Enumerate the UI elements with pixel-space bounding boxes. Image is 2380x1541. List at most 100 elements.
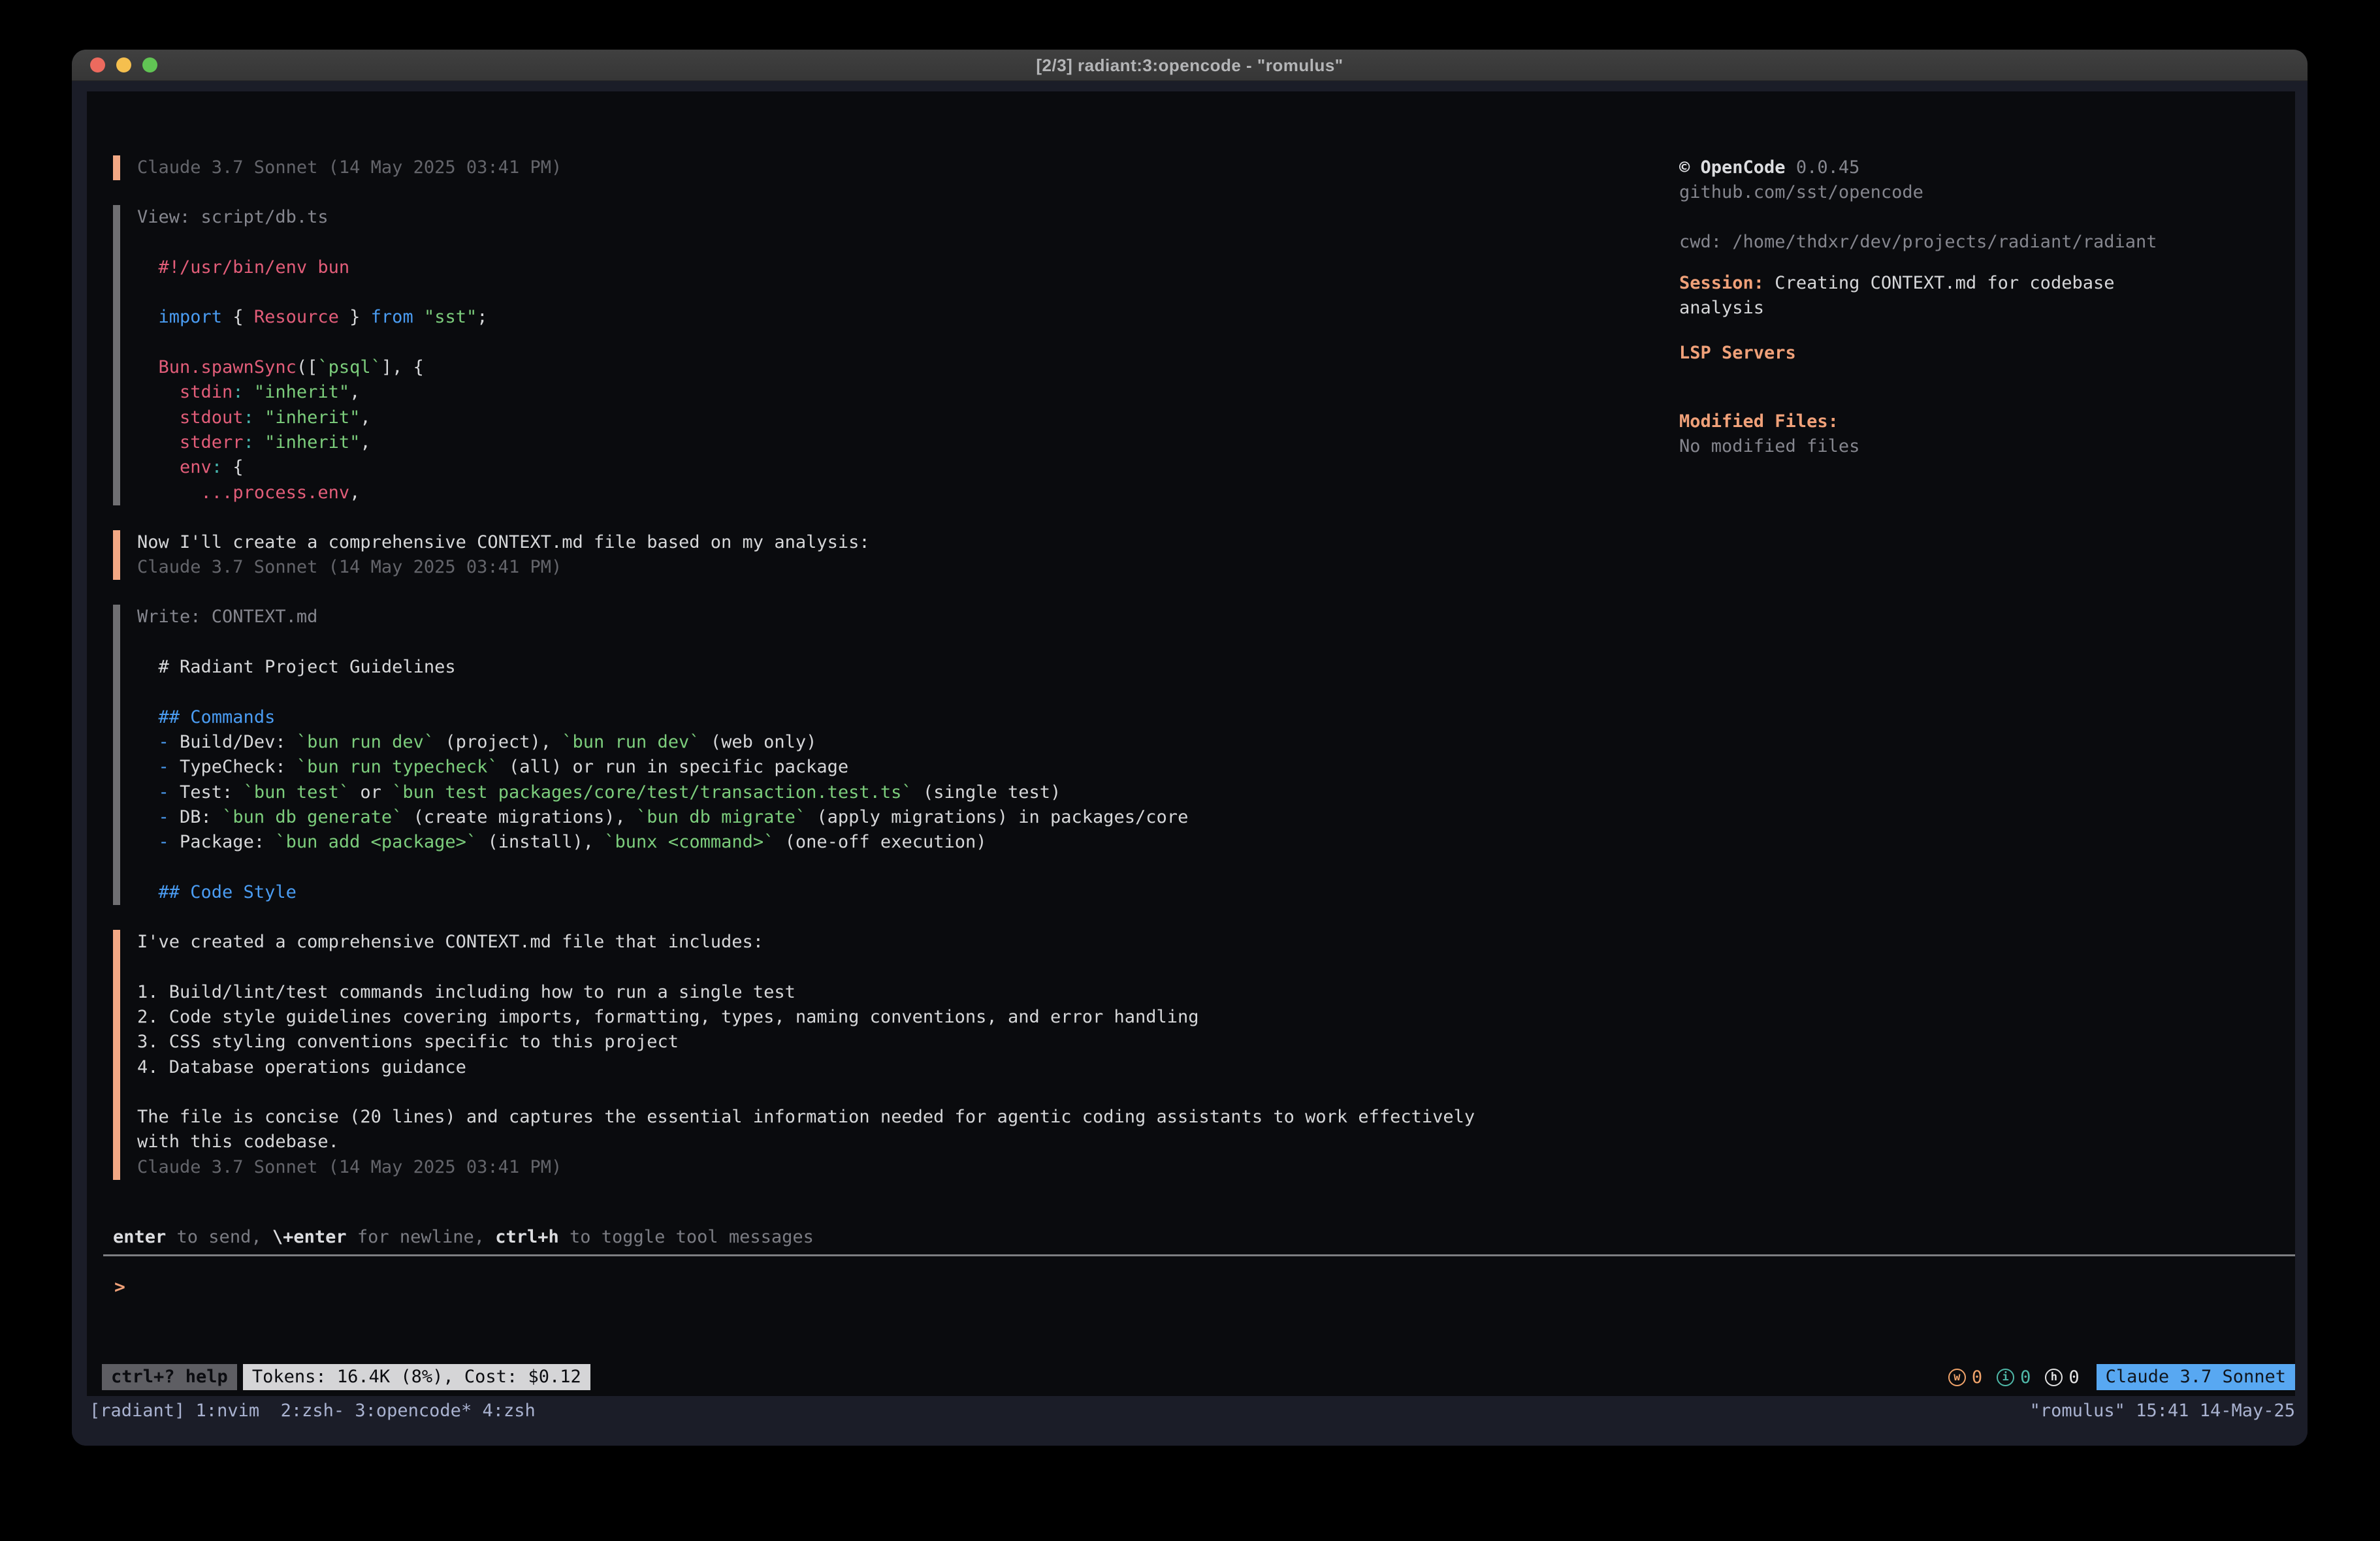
conversation: Claude 3.7 Sonnet (14 May 2025 03:41 PM)…	[113, 155, 1785, 1205]
message-line	[137, 955, 1785, 979]
message-line: Bun.spawnSync([`psql`], {	[137, 355, 1785, 380]
text-segment: \+enter	[272, 1227, 347, 1247]
text-segment: :	[244, 407, 254, 428]
message-block: Write: CONTEXT.md # Radiant Project Guid…	[113, 605, 1785, 905]
text-segment: github.com/sst/opencode	[1679, 182, 1923, 202]
tmux-window-list[interactable]: [radiant] 1:nvim 2:zsh- 3:opencode* 4:zs…	[89, 1399, 536, 1423]
text-segment: LSP Servers	[1679, 343, 1796, 363]
message-line: stderr: "inherit",	[137, 430, 1785, 455]
text-segment	[137, 657, 159, 677]
text-segment	[137, 707, 159, 727]
text-segment: Build/Dev:	[180, 732, 297, 752]
text-segment: Package:	[180, 832, 275, 852]
text-segment: cwd: /home/thdxr/dev/projects/radiant/ra…	[1679, 232, 2157, 252]
terminal-body: Claude 3.7 Sonnet (14 May 2025 03:41 PM)…	[72, 81, 2308, 1446]
diagnostic-count: 0	[1972, 1367, 1982, 1388]
text-segment: import	[159, 307, 223, 327]
text-segment: (single test)	[912, 782, 1061, 802]
text-segment: ...process.env	[201, 483, 350, 503]
text-segment: `bun run dev`	[562, 732, 700, 752]
message-line: # Radiant Project Guidelines	[137, 655, 1785, 680]
diagnostic-w-icon: w	[1948, 1369, 1966, 1386]
message-line: - Build/Dev: `bun run dev` (project), `b…	[137, 730, 1785, 755]
diagnostic-i-icon: i	[1997, 1369, 2014, 1386]
text-segment: ctrl+h	[495, 1227, 559, 1247]
text-segment: I've created a comprehensive CONTEXT.md …	[137, 932, 764, 952]
text-segment: :	[244, 432, 254, 453]
message-line	[137, 680, 1785, 705]
text-segment: `bun run typecheck`	[297, 757, 498, 777]
text-segment: stdout	[180, 407, 244, 428]
text-segment: Modified Files:	[1679, 411, 1839, 432]
text-segment: (all) or run in specific package	[498, 757, 848, 777]
prompt-input[interactable]: >	[114, 1275, 125, 1299]
message-line: stdout: "inherit",	[137, 405, 1785, 430]
titlebar[interactable]: [2/3] radiant:3:opencode - "romulus"	[72, 50, 2308, 81]
text-segment: or	[349, 782, 392, 802]
text-segment: -	[159, 807, 180, 827]
text-segment	[244, 382, 254, 402]
opencode-pane: Claude 3.7 Sonnet (14 May 2025 03:41 PM)…	[87, 91, 2295, 1396]
message-line	[137, 630, 1785, 655]
cwd: cwd: /home/thdxr/dev/projects/radiant/ra…	[1679, 230, 2202, 255]
text-segment: Resource	[254, 307, 339, 327]
text-segment	[254, 432, 265, 453]
text-segment: :	[233, 382, 243, 402]
sidebar: © OpenCode 0.0.45github.com/sst/opencode…	[1679, 91, 2202, 1396]
status-bar: ctrl+? help Tokens: 16.4K (8%), Cost: $0…	[102, 1363, 2295, 1391]
text-segment: Now I'll create a comprehensive CONTEXT.…	[137, 532, 870, 552]
text-segment: env	[180, 457, 212, 477]
text-segment: -	[159, 732, 180, 752]
text-segment: {	[222, 307, 254, 327]
message-line: - Test: `bun test` or `bun test packages…	[137, 780, 1785, 805]
diagnostic-count: 0	[2020, 1367, 2031, 1388]
text-segment: enter	[113, 1227, 166, 1247]
text-segment: 2. Code style guidelines covering import…	[137, 1007, 1199, 1027]
text-segment: (web only)	[700, 732, 817, 752]
message-line: - Package: `bun add <package>` (install)…	[137, 830, 1785, 855]
lsp-servers: LSP Servers	[1679, 341, 2202, 366]
message-line	[137, 855, 1785, 880]
text-segment	[137, 807, 159, 827]
diagnostic-orange: w0	[1948, 1367, 1982, 1388]
help-badge[interactable]: ctrl+? help	[102, 1364, 237, 1390]
text-segment: `psql`	[317, 357, 381, 377]
text-segment: `bun db generate`	[222, 807, 402, 827]
model-badge[interactable]: Claude 3.7 Sonnet	[2097, 1364, 2295, 1390]
status-right: w0i0h0 Claude 3.7 Sonnet	[1934, 1364, 2295, 1390]
tmux-status-bar: [radiant] 1:nvim 2:zsh- 3:opencode* 4:zs…	[72, 1396, 2308, 1446]
text-segment	[137, 457, 180, 477]
tmux-session-info: "romulus" 15:41 14-May-25	[2030, 1399, 2295, 1423]
text-segment: "inherit"	[254, 382, 349, 402]
text-segment: © OpenCode	[1679, 157, 1786, 178]
message-block: Now I'll create a comprehensive CONTEXT.…	[113, 530, 1785, 580]
modified-files-heading: Modified Files:	[1679, 409, 2202, 434]
text-segment: #!/usr/bin/env bun	[159, 257, 350, 278]
text-segment: to send,	[166, 1227, 272, 1247]
message-line: The file is concise (20 lines) and captu…	[137, 1105, 1785, 1130]
text-segment	[137, 407, 180, 428]
message-line: Claude 3.7 Sonnet (14 May 2025 03:41 PM)	[137, 555, 1785, 580]
text-segment: ,	[349, 382, 360, 402]
text-segment: with this codebase.	[137, 1132, 339, 1152]
text-segment: Bun.spawnSync	[159, 357, 297, 377]
text-segment: `bun db migrate`	[636, 807, 806, 827]
text-segment	[137, 757, 159, 777]
text-segment: # Radiant Project Guidelines	[159, 657, 456, 677]
message-line	[137, 230, 1785, 255]
text-segment	[137, 357, 159, 377]
text-segment: Claude 3.7 Sonnet (14 May 2025 03:41 PM)	[137, 557, 562, 577]
session: Session: Creating CONTEXT.md for codebas…	[1679, 271, 2202, 321]
text-segment: {	[222, 457, 244, 477]
text-segment: ([	[297, 357, 318, 377]
text-segment	[137, 782, 159, 802]
message-line: Now I'll create a comprehensive CONTEXT.…	[137, 530, 1785, 555]
text-segment: (one-off execution)	[774, 832, 986, 852]
message-line: env: {	[137, 455, 1785, 480]
text-segment: 1. Build/lint/test commands including ho…	[137, 982, 796, 1002]
text-segment	[137, 432, 180, 453]
message-line: 4. Database operations guidance	[137, 1055, 1785, 1080]
text-segment: 3. CSS styling conventions specific to t…	[137, 1032, 679, 1052]
message-line	[137, 1080, 1785, 1105]
message-block: I've created a comprehensive CONTEXT.md …	[113, 930, 1785, 1180]
